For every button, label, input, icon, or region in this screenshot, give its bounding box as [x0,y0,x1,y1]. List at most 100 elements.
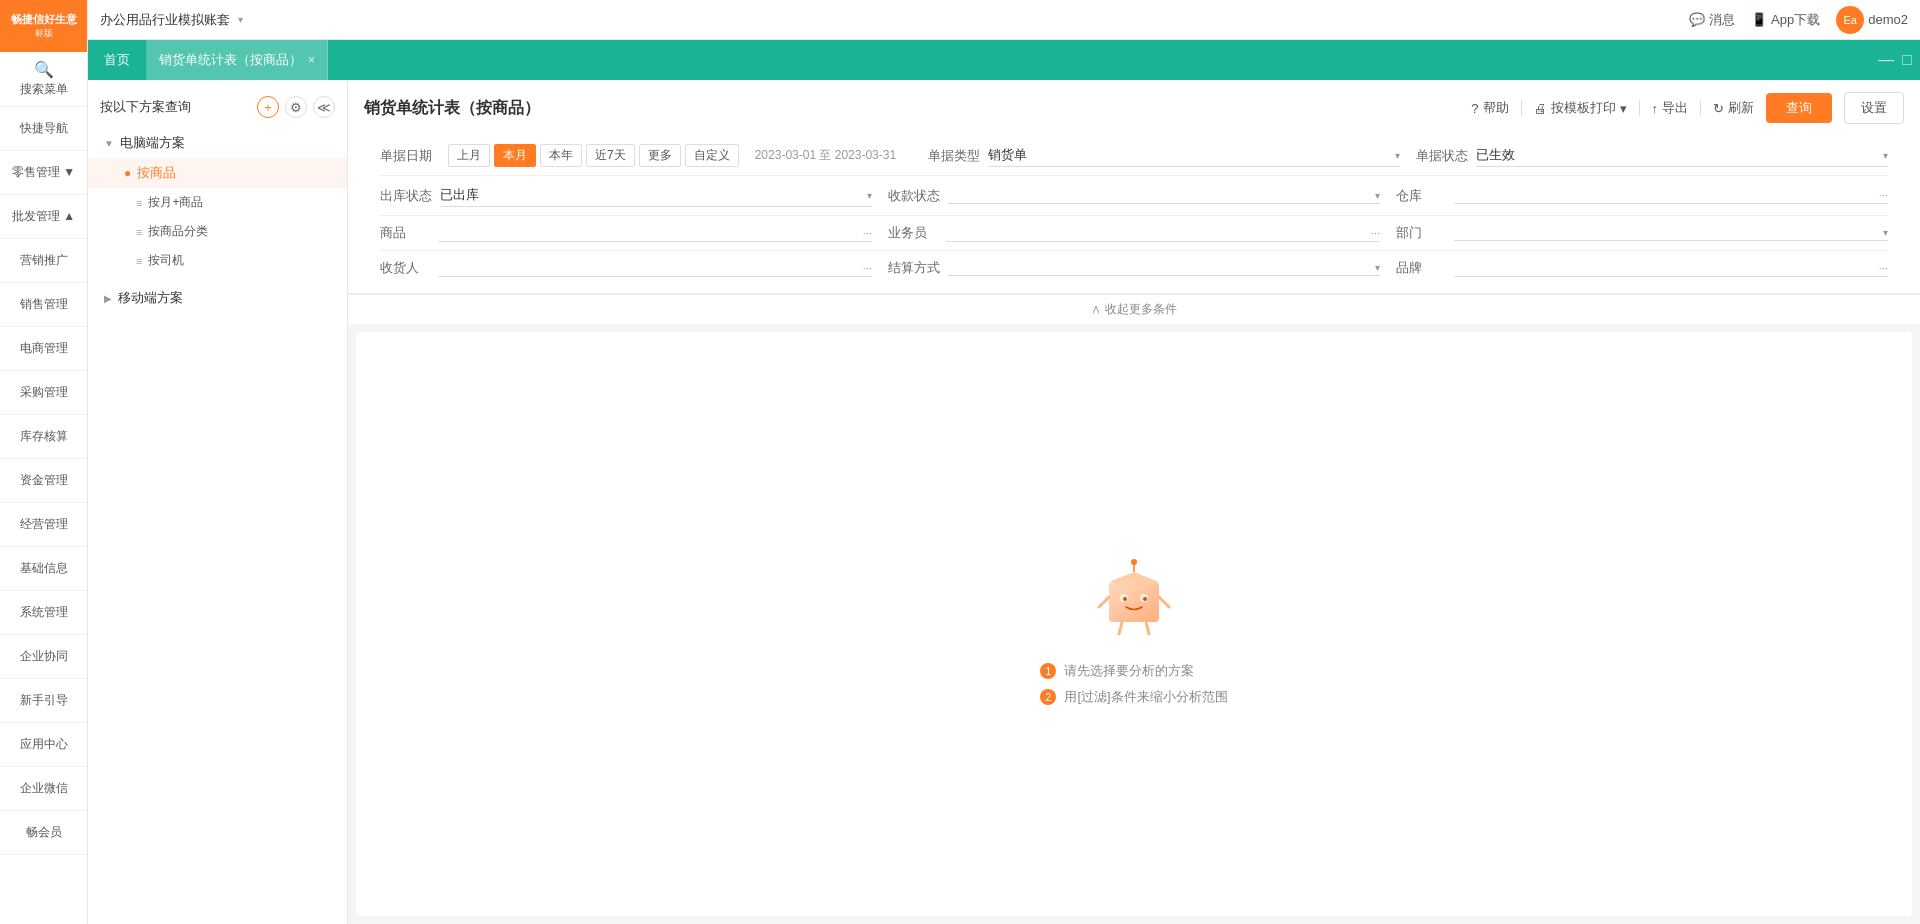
tab-home[interactable]: 首页 [88,40,147,80]
workspace-dropdown-icon[interactable]: ▾ [238,14,243,25]
warehouse-more-icon[interactable]: ··· [1879,189,1888,201]
tab-sales-report[interactable]: 销货单统计表（按商品） × [147,40,328,80]
date-btn-last-month[interactable]: 上月 [448,144,490,167]
message-btn[interactable]: 💬 消息 [1689,11,1735,29]
receipt-status-select[interactable]: ▾ [948,188,1380,204]
goods-field: 商品 ··· [380,224,872,242]
query-btn[interactable]: 查询 [1766,93,1832,123]
sub-icon-goods-category: ≡ [136,226,142,238]
bill-type-select[interactable]: 销货单 ▾ [988,144,1400,167]
print-btn[interactable]: 🖨 按模板打印 ▾ [1534,99,1627,117]
tab-minimize-btn[interactable]: — [1878,51,1894,69]
sidebar-item-member[interactable]: 畅会员 [0,811,87,855]
app-download-btn[interactable]: 📱 App下载 [1751,11,1820,29]
bill-type-field: 单据类型 销货单 ▾ [928,144,1400,167]
receiver-more-icon[interactable]: ··· [863,262,872,274]
receiver-input-wrap[interactable]: ··· [438,260,872,277]
staff-more-icon[interactable]: ··· [1371,227,1380,239]
date-btn-this-year[interactable]: 本年 [540,144,582,167]
page-actions: ? 帮助 🖨 按模板打印 ▾ ↑ 导出 [1471,92,1904,124]
goods-more-icon[interactable]: ··· [863,227,872,239]
date-filter-label: 单据日期 [380,147,432,165]
divider1 [1521,100,1522,116]
filter-row-4: 收货人 ··· 结算方式 ▾ [380,251,1888,285]
tree-desktop-parent[interactable]: ▼ 电脑端方案 [88,128,347,158]
warehouse-field: 仓库 ··· [1396,187,1888,205]
collapse-panel-btn[interactable]: ≪ [313,96,335,118]
tree-mobile-label: 移动端方案 [118,289,183,307]
svg-marker-1 [1109,572,1159,582]
warehouse-label: 仓库 [1396,187,1446,205]
sidebar-item-retail[interactable]: 零售管理 ▼ [0,151,87,195]
tree-child-goods-category[interactable]: ≡ 按商品分类 [88,217,347,246]
sidebar-item-wholesale[interactable]: 批发管理 ▲ [0,195,87,239]
gear-icon: ⚙ [290,100,302,115]
top-bar-right: 💬 消息 📱 App下载 Ea demo2 [1689,6,1908,34]
empty-illustration [1084,542,1184,642]
collapse-bar[interactable]: ∧ 收起更多条件 [348,294,1920,324]
sidebar-item-basic[interactable]: 基础信息 [0,547,87,591]
help-btn[interactable]: ? 帮助 [1471,99,1508,117]
top-bar: 办公用品行业模拟账套 ▾ 💬 消息 📱 App下载 Ea demo2 [88,0,1920,40]
brand-input-wrap[interactable]: ··· [1454,260,1888,277]
print-dropdown-icon[interactable]: ▾ [1620,101,1627,116]
panel-header-label: 按以下方案查询 [100,98,191,116]
sidebar-item-basic-label: 基础信息 [20,560,68,577]
add-scheme-btn[interactable]: + [257,96,279,118]
bill-status-select[interactable]: 已生效 ▾ [1476,144,1888,167]
bill-status-value: 已生效 [1476,146,1879,164]
settings-scheme-btn[interactable]: ⚙ [285,96,307,118]
tree-child-by-goods[interactable]: ● 按商品 [88,158,347,188]
sidebar-item-finance[interactable]: 资金管理 [0,459,87,503]
settle-select[interactable]: ▾ [948,260,1380,276]
sidebar-item-search[interactable]: 🔍 搜索菜单 [0,52,87,107]
sidebar-item-system[interactable]: 系统管理 [0,591,87,635]
user-area[interactable]: Ea demo2 [1836,6,1908,34]
sidebar-item-inventory[interactable]: 库存核算 [0,415,87,459]
date-btn-more[interactable]: 更多 [639,144,681,167]
out-status-label: 出库状态 [380,187,432,205]
goods-label: 商品 [380,224,430,242]
tip2-text: 用[过滤]条件来缩小分析范围 [1064,688,1227,706]
sidebar-item-operations[interactable]: 经营管理 [0,503,87,547]
sidebar-item-purchase[interactable]: 采购管理 [0,371,87,415]
out-status-select[interactable]: 已出库 ▾ [440,184,872,207]
sidebar-item-enterprise[interactable]: 企业协同 [0,635,87,679]
refresh-label: 刷新 [1728,99,1754,117]
tab-close-btn[interactable]: × [308,53,315,67]
tree-mobile-parent[interactable]: ▶ 移动端方案 [88,283,347,313]
sidebar-item-quicknav[interactable]: 快捷导航 [0,107,87,151]
svg-line-11 [1119,622,1122,634]
dept-select[interactable]: ▾ [1454,225,1888,241]
staff-input-wrap[interactable]: ··· [946,225,1380,242]
bill-status-arrow-icon: ▾ [1883,150,1888,161]
tree-child-month-goods[interactable]: ≡ 按月+商品 [88,188,347,217]
sidebar-item-sales[interactable]: 销售管理 [0,283,87,327]
avatar-text: Ea [1844,14,1857,26]
avatar: Ea [1836,6,1864,34]
sidebar-item-newguide[interactable]: 新手引导 [0,679,87,723]
sidebar-item-ecommerce[interactable]: 电商管理 [0,327,87,371]
receipt-status-arrow-icon: ▾ [1375,190,1380,201]
export-btn[interactable]: ↑ 导出 [1652,99,1689,117]
bill-status-field: 单据状态 已生效 ▾ [1416,144,1888,167]
brand-more-icon[interactable]: ··· [1879,262,1888,274]
tree-desktop-label: 电脑端方案 [120,134,185,152]
sidebar-item-appcenter[interactable]: 应用中心 [0,723,87,767]
goods-input-wrap[interactable]: ··· [438,225,872,242]
refresh-btn[interactable]: ↻ 刷新 [1713,99,1754,117]
help-icon: ? [1471,101,1478,116]
brand-field: 品牌 ··· [1396,259,1888,277]
sidebar-item-corpwechat[interactable]: 企业微信 [0,767,87,811]
date-btn-this-month[interactable]: 本月 [494,144,536,167]
sidebar-item-marketing[interactable]: 营销推广 [0,239,87,283]
date-btn-custom[interactable]: 自定义 [685,144,739,167]
tab-maximize-btn[interactable]: □ [1902,51,1912,69]
tree-child-driver[interactable]: ≡ 按司机 [88,246,347,275]
sidebar-item-member-label: 畅会员 [26,824,62,841]
date-btn-7days[interactable]: 近7天 [586,144,635,167]
collapse-icon: ≪ [317,100,331,115]
settings-btn[interactable]: 设置 [1844,92,1904,124]
warehouse-input-wrap[interactable]: ··· [1454,187,1888,204]
dept-field: 部门 ▾ [1396,224,1888,242]
